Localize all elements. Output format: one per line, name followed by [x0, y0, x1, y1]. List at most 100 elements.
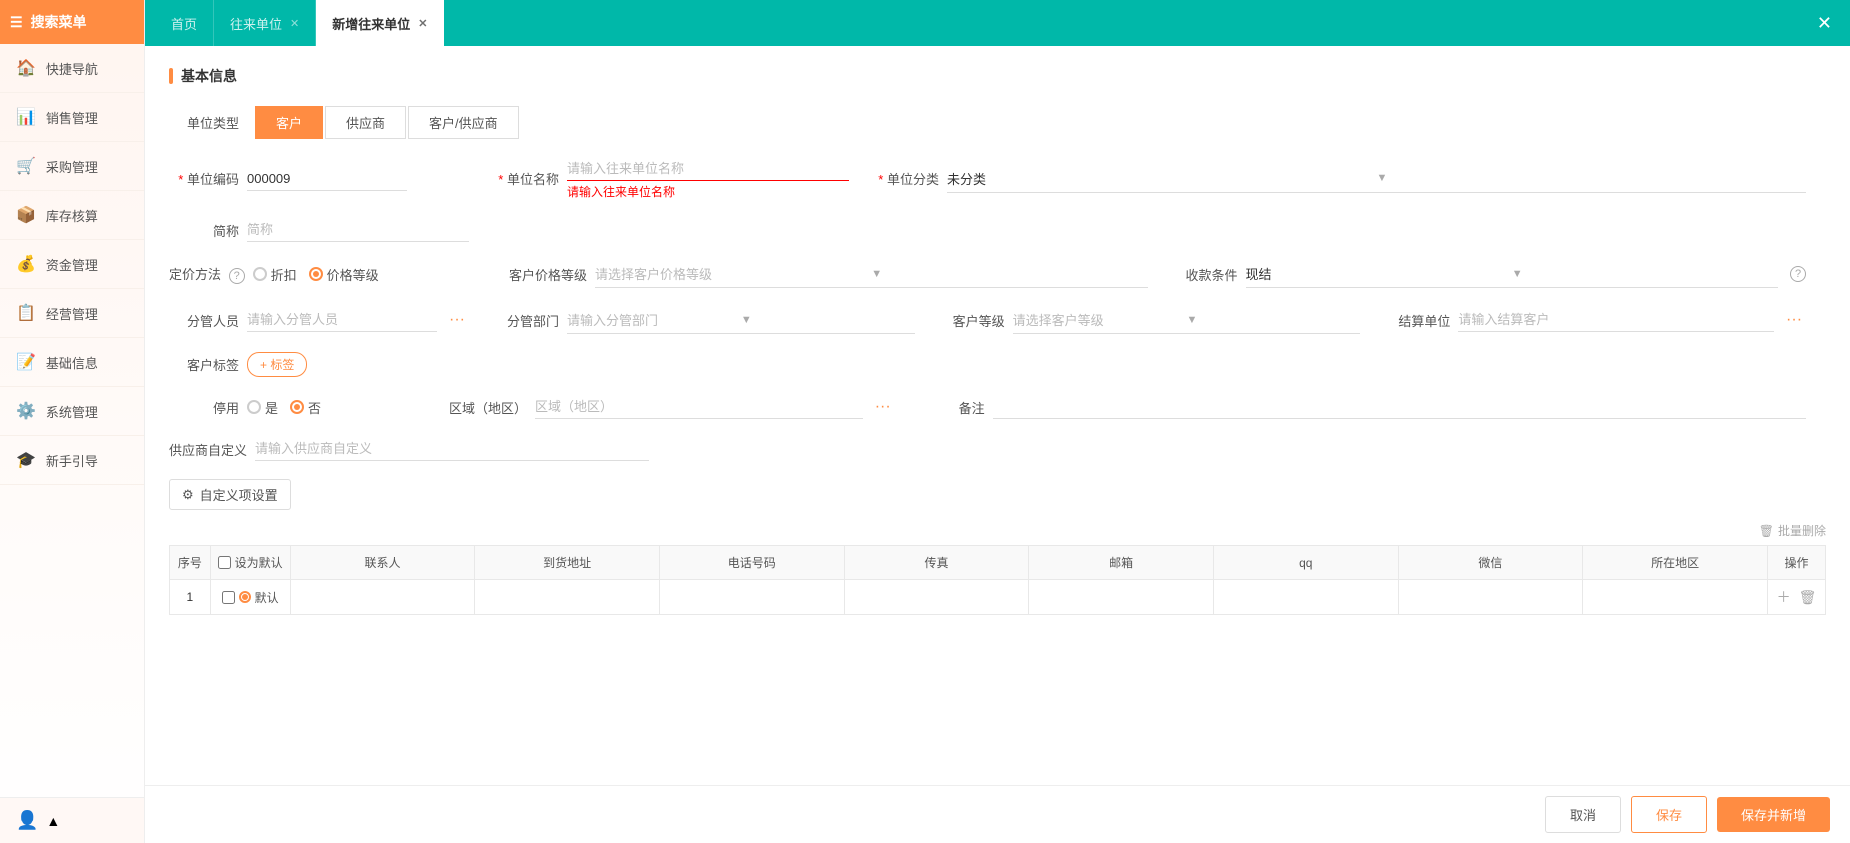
- supplier-custom-input[interactable]: [255, 437, 649, 461]
- sidebar-item-quick-nav[interactable]: 🏠 快捷导航: [0, 44, 144, 93]
- customer-level-select[interactable]: 请选择客户等级 ▼: [1013, 306, 1361, 334]
- contact-input[interactable]: [297, 590, 469, 604]
- add-tag-btn[interactable]: + 标签: [247, 352, 307, 377]
- region-table-input[interactable]: [1589, 590, 1761, 604]
- add-row-icon[interactable]: ＋: [1777, 587, 1791, 607]
- sidebar-item-system[interactable]: ⚙️ 系统管理: [0, 387, 144, 436]
- cell-address[interactable]: [475, 580, 660, 615]
- disabled-radio-group: 是 否: [247, 398, 321, 417]
- remark-label: 备注: [915, 398, 985, 417]
- unit-category-group: * 单位分类 未分类 ▼: [869, 165, 1826, 193]
- cell-fax[interactable]: [844, 580, 1029, 615]
- payment-terms-select[interactable]: 现结 ▼: [1246, 260, 1779, 288]
- cell-contact[interactable]: [290, 580, 475, 615]
- wechat-input[interactable]: [1405, 590, 1577, 604]
- sidebar-item-inventory[interactable]: 📦 库存核算: [0, 191, 144, 240]
- section-title: 基本信息: [169, 66, 1826, 86]
- dept-select[interactable]: 请输入分管部门 ▼: [567, 306, 915, 334]
- payment-terms-caret: ▼: [1512, 268, 1778, 280]
- delete-row-icon[interactable]: 🗑: [1799, 589, 1817, 606]
- short-name-input[interactable]: [247, 218, 469, 242]
- customer-level-caret: ▼: [1187, 314, 1361, 326]
- cell-default: 默认: [210, 580, 290, 615]
- search-menu-btn[interactable]: ☰ 搜索菜单: [0, 0, 144, 44]
- settlement-input[interactable]: [1458, 308, 1774, 332]
- cell-region[interactable]: [1583, 580, 1768, 615]
- settlement-more-btn[interactable]: ···: [1782, 311, 1806, 329]
- pricing-radio-discount[interactable]: 折扣: [253, 265, 297, 284]
- disabled-group: 停用 是 否: [169, 398, 449, 417]
- select-all-checkbox[interactable]: [218, 556, 231, 569]
- batch-delete-btn[interactable]: 🗑 批量删除: [1759, 522, 1826, 539]
- cell-email[interactable]: [1029, 580, 1214, 615]
- main-content: 首页 往来单位 ✕ 新增往来单位 ✕ ✕ 基本信息 单位类型 客户 供应商 客户…: [145, 0, 1850, 843]
- cell-phone[interactable]: [659, 580, 844, 615]
- type-btn-customer[interactable]: 客户: [255, 106, 323, 139]
- user-icon: 👤: [16, 810, 38, 831]
- payment-help-icon[interactable]: ?: [1790, 266, 1806, 282]
- type-btn-both[interactable]: 客户/供应商: [408, 106, 519, 139]
- payment-terms-group: 收款条件 现结 ▼ ?: [1168, 260, 1827, 288]
- discount-radio-circle: [253, 267, 267, 281]
- tab-trade-unit-close[interactable]: ✕: [290, 17, 299, 30]
- fax-input[interactable]: [851, 590, 1023, 604]
- tab-new-trade-unit-label: 新增往来单位: [332, 14, 410, 33]
- section-title-bar: [169, 68, 173, 84]
- quick-nav-icon: 🏠: [16, 58, 36, 78]
- email-input[interactable]: [1035, 590, 1207, 604]
- pricing-radio-level[interactable]: 价格等级: [309, 265, 379, 284]
- sidebar-item-label: 经营管理: [46, 304, 98, 323]
- settlement-group: 结算单位 ···: [1380, 308, 1826, 332]
- save-new-button[interactable]: 保存并新增: [1717, 797, 1830, 832]
- payment-terms-label: 收款条件: [1168, 265, 1238, 284]
- table-row: 1 默认: [170, 580, 1826, 615]
- sidebar-item-operations[interactable]: 📋 经营管理: [0, 289, 144, 338]
- sidebar: ☰ 搜索菜单 🏠 快捷导航 📊 销售管理 🛒 采购管理 📦 库存核算 💰 资金管…: [0, 0, 145, 843]
- level-label: 价格等级: [327, 265, 379, 284]
- manager-group: 分管人员 ···: [169, 308, 489, 332]
- sidebar-item-basic-info[interactable]: 📝 基础信息: [0, 338, 144, 387]
- row-checkbox[interactable]: [222, 591, 235, 604]
- address-input[interactable]: [481, 590, 653, 604]
- remark-input[interactable]: [993, 395, 1806, 419]
- region-input[interactable]: [535, 395, 863, 419]
- sidebar-item-guide[interactable]: 🎓 新手引导: [0, 436, 144, 485]
- phone-input[interactable]: [666, 590, 838, 604]
- manager-more-btn[interactable]: ···: [445, 311, 469, 329]
- tab-new-trade-unit-close[interactable]: ✕: [418, 17, 427, 30]
- tab-home[interactable]: 首页: [155, 0, 214, 46]
- unit-category-select[interactable]: 未分类 ▼: [947, 165, 1806, 193]
- sidebar-item-label: 资金管理: [46, 255, 98, 274]
- save-button[interactable]: 保存: [1631, 796, 1707, 833]
- qq-input[interactable]: [1220, 590, 1392, 604]
- pricing-help-icon[interactable]: ?: [229, 268, 245, 284]
- sidebar-item-purchase[interactable]: 🛒 采购管理: [0, 142, 144, 191]
- type-btn-supplier[interactable]: 供应商: [325, 106, 406, 139]
- customer-price-select[interactable]: 请选择客户价格等级 ▼: [595, 260, 1147, 288]
- tab-trade-unit[interactable]: 往来单位 ✕: [214, 0, 316, 46]
- custom-settings-btn[interactable]: ⚙ 自定义项设置: [169, 479, 291, 510]
- tab-new-trade-unit[interactable]: 新增往来单位 ✕: [316, 0, 444, 46]
- disabled-yes[interactable]: 是: [247, 398, 278, 417]
- cell-qq[interactable]: [1213, 580, 1398, 615]
- tab-bar-close-btn[interactable]: ✕: [1809, 13, 1840, 34]
- disabled-no[interactable]: 否: [290, 398, 321, 417]
- customer-price-label: 客户价格等级: [509, 265, 587, 284]
- sidebar-item-sales[interactable]: 📊 销售管理: [0, 93, 144, 142]
- cell-wechat[interactable]: [1398, 580, 1583, 615]
- unit-name-input[interactable]: [567, 157, 849, 181]
- region-more-btn[interactable]: ···: [871, 398, 895, 416]
- unit-category-label: * 单位分类: [869, 169, 939, 188]
- col-region: 所在地区: [1583, 546, 1768, 580]
- col-action: 操作: [1767, 546, 1825, 580]
- cancel-button[interactable]: 取消: [1545, 796, 1621, 833]
- tab-bar: 首页 往来单位 ✕ 新增往来单位 ✕ ✕: [145, 0, 1850, 46]
- sidebar-item-finance[interactable]: 💰 资金管理: [0, 240, 144, 289]
- sidebar-footer[interactable]: 👤 ▲: [0, 797, 144, 843]
- sidebar-item-label: 采购管理: [46, 157, 98, 176]
- row-default-radio[interactable]: 默认: [239, 589, 279, 606]
- unit-type-group: 单位类型 客户 供应商 客户/供应商: [169, 106, 1826, 139]
- pricing-row: 定价方法 ? 折扣 价格等级 客户价格等级 请选择客户价: [169, 260, 1826, 288]
- manager-input[interactable]: [247, 308, 437, 332]
- unit-code-input[interactable]: [247, 167, 407, 191]
